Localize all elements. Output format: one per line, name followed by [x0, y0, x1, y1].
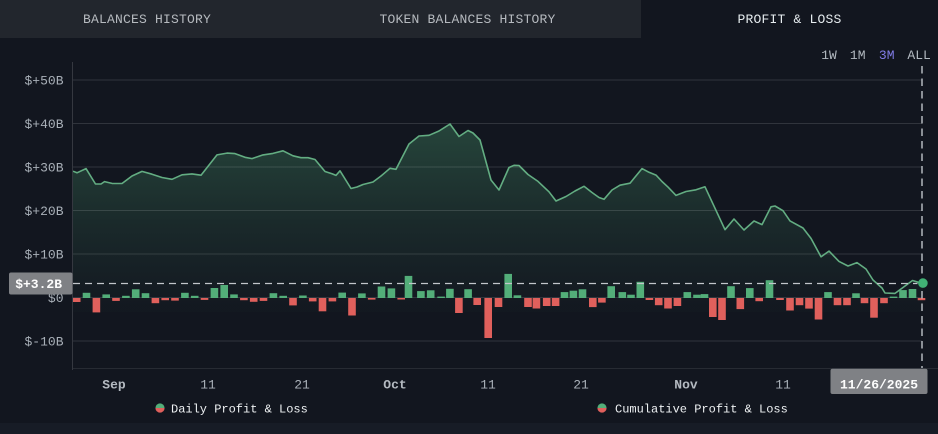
svg-text:Cumulative Profit & Loss: Cumulative Profit & Loss: [615, 403, 788, 417]
svg-text:$+30B: $+30B: [24, 161, 63, 176]
svg-text:11: 11: [480, 378, 496, 393]
svg-text:ALL: ALL: [907, 48, 930, 63]
svg-text:1W: 1W: [821, 48, 837, 63]
svg-text:Sep: Sep: [102, 378, 126, 393]
svg-text:11: 11: [200, 378, 216, 393]
svg-text:21: 21: [294, 378, 310, 393]
svg-text:3M: 3M: [879, 48, 895, 63]
svg-text:21: 21: [573, 378, 589, 393]
svg-text:$+50B: $+50B: [24, 74, 63, 89]
svg-text:11/26/2025: 11/26/2025: [840, 378, 918, 393]
svg-text:$+3.2B: $+3.2B: [15, 277, 62, 292]
svg-text:Daily Profit & Loss: Daily Profit & Loss: [171, 403, 308, 417]
svg-text:$+10B: $+10B: [24, 248, 63, 263]
svg-text:$+20B: $+20B: [24, 204, 63, 219]
svg-text:$+40B: $+40B: [24, 117, 63, 132]
svg-text:11: 11: [775, 378, 791, 393]
svg-text:Oct: Oct: [383, 378, 406, 393]
svg-text:Nov: Nov: [674, 378, 698, 393]
svg-text:1M: 1M: [850, 48, 866, 63]
svg-text:$-10B: $-10B: [24, 335, 63, 350]
